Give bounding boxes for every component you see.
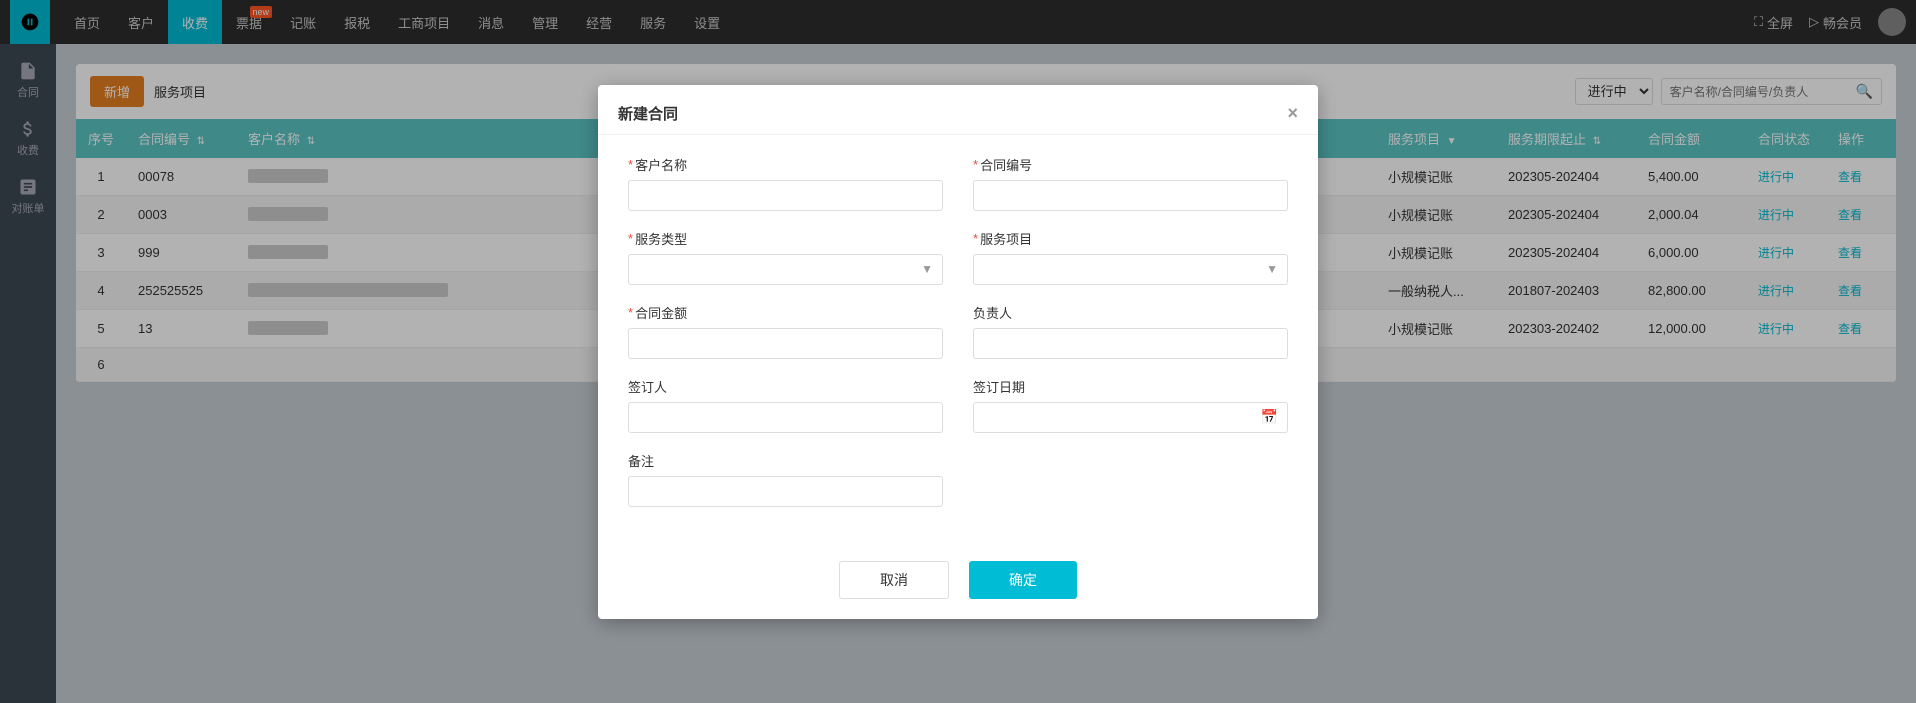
modal-footer: 取消 确定 — [598, 545, 1318, 619]
form-row-3: * 合同金额 0.00 负责人 — [628, 303, 1288, 359]
calendar-icon[interactable]: 📅 — [1261, 409, 1278, 426]
form-row-1: * 客户名称 * 合同编号 — [628, 155, 1288, 211]
contract-no-label: * 合同编号 — [973, 155, 1288, 174]
sign-date-label: 签订日期 — [973, 377, 1288, 396]
service-type-label: * 服务类型 — [628, 229, 943, 248]
customer-name-label: * 客户名称 — [628, 155, 943, 174]
modal-body: * 客户名称 * 合同编号 * 服 — [598, 135, 1318, 545]
service-item-select[interactable] — [973, 254, 1288, 285]
form-group-contract-no: * 合同编号 — [973, 155, 1288, 211]
signer-label: 签订人 — [628, 377, 943, 396]
modal-header: 新建合同 × — [598, 85, 1318, 135]
modal-overlay[interactable]: 新建合同 × * 客户名称 * 合同编号 — [0, 0, 1916, 703]
confirm-button[interactable]: 确定 — [969, 561, 1077, 599]
service-item-label: * 服务项目 — [973, 229, 1288, 248]
contract-no-input[interactable] — [973, 180, 1288, 211]
form-group-service-type: * 服务类型 ▼ — [628, 229, 943, 285]
form-group-remarks: 备注 — [628, 451, 943, 507]
form-group-sign-date: 签订日期 2023-06-06 📅 — [973, 377, 1288, 433]
customer-name-input[interactable] — [628, 180, 943, 211]
form-group-service-item: * 服务项目 ▼ — [973, 229, 1288, 285]
form-group-customer: * 客户名称 — [628, 155, 943, 211]
new-contract-modal: 新建合同 × * 客户名称 * 合同编号 — [598, 85, 1318, 619]
form-group-signer: 签订人 — [628, 377, 943, 433]
cancel-button[interactable]: 取消 — [839, 561, 949, 599]
amount-label: * 合同金额 — [628, 303, 943, 322]
amount-input[interactable]: 0.00 — [628, 328, 943, 359]
signer-input[interactable] — [628, 402, 943, 433]
form-row-5: 备注 — [628, 451, 1288, 507]
responsible-label: 负责人 — [973, 303, 1288, 322]
form-group-responsible: 负责人 — [973, 303, 1288, 359]
sign-date-input[interactable]: 2023-06-06 — [973, 402, 1288, 433]
modal-close-button[interactable]: × — [1287, 104, 1298, 122]
form-row-4: 签订人 签订日期 2023-06-06 📅 — [628, 377, 1288, 433]
modal-title: 新建合同 — [618, 103, 678, 124]
remarks-label: 备注 — [628, 451, 943, 470]
form-group-amount: * 合同金额 0.00 — [628, 303, 943, 359]
form-row-2: * 服务类型 ▼ * 服务项目 — [628, 229, 1288, 285]
service-type-select[interactable] — [628, 254, 943, 285]
responsible-input[interactable] — [973, 328, 1288, 359]
remarks-input[interactable] — [628, 476, 943, 507]
